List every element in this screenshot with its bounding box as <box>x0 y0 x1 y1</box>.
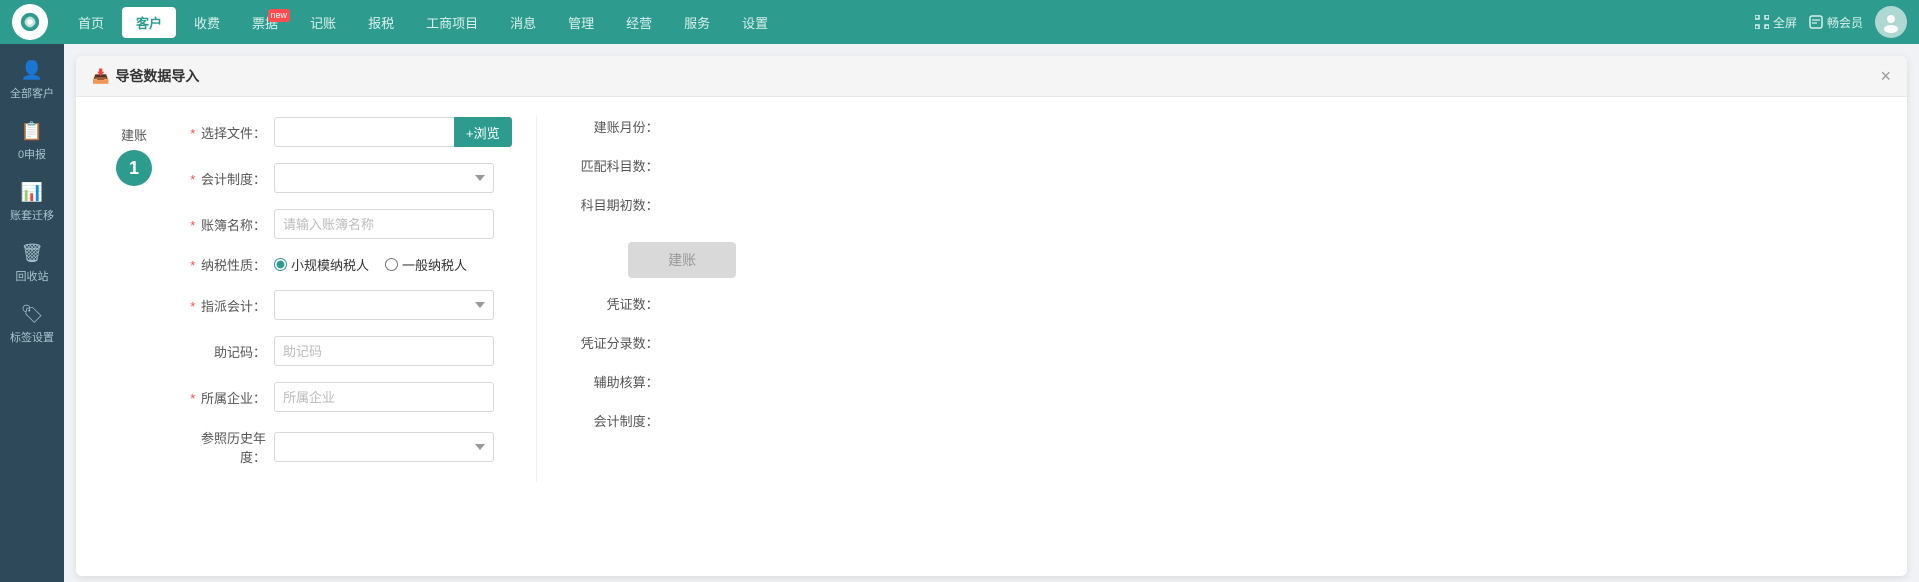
tax-type-label: * 纳税性质： <box>176 255 266 274</box>
nav-finance[interactable]: 经营 <box>612 7 666 38</box>
nav-manage[interactable]: 管理 <box>554 7 608 38</box>
history-year-label: 参照历史年度： <box>176 428 266 466</box>
radio-general-taxpayer[interactable]: 一般纳税人 <box>385 255 467 274</box>
top-right-actions: 全屏 畅会员 <box>1755 6 1907 38</box>
file-row: * 选择文件： +浏览 <box>176 117 512 147</box>
nav-tax[interactable]: 报税 <box>354 7 408 38</box>
recycle-icon: 🗑 <box>21 243 44 264</box>
nav-biz[interactable]: 工商项目 <box>412 7 492 38</box>
tax-type-radio-group: 小规模纳税人 一般纳税人 <box>274 255 467 274</box>
tag-icon: 🏷 <box>21 304 44 325</box>
subject-init-row: 科目期初数： <box>569 195 796 214</box>
radio-small-taxpayer[interactable]: 小规模纳税人 <box>274 255 369 274</box>
step-circle: 1 <box>116 150 152 186</box>
nav-invoice[interactable]: 票据 new <box>238 7 292 38</box>
ledger-name-input[interactable] <box>274 209 494 239</box>
sidebar-item-migration[interactable]: 📊 账套迁移 <box>0 174 64 231</box>
subject-init-label: 科目期初数： <box>569 195 659 214</box>
accounting-system-row: 会计制度： <box>569 411 796 430</box>
dialog-header: 📥 导爸数据导入 × <box>76 56 1907 97</box>
all-customers-icon: 👤 <box>21 60 43 81</box>
file-label: * 选择文件： <box>176 123 266 142</box>
memo-input[interactable] <box>274 336 494 366</box>
aux-calc-label: 辅助核算： <box>569 372 659 391</box>
fullscreen-button[interactable]: 全屏 <box>1755 14 1797 31</box>
main-layout: 👤 全部客户 📋 0申报 📊 账套迁移 🗑 回收站 🏷 标签设置 📥 导爸 <box>0 44 1919 582</box>
browse-button[interactable]: +浏览 <box>454 117 512 147</box>
nav-settings[interactable]: 设置 <box>728 7 782 38</box>
aux-calc-row: 辅助核算： <box>569 372 796 391</box>
nav-customer[interactable]: 客户 <box>122 7 176 38</box>
sidebar-item-tag[interactable]: 🏷 标签设置 <box>0 296 64 353</box>
voucher-records-label: 凭证分录数： <box>569 333 659 352</box>
match-subject-label: 匹配科目数： <box>569 156 659 175</box>
company-label: * 所属企业： <box>176 388 266 407</box>
new-badge: new <box>268 9 291 22</box>
build-button-container: 建账 <box>569 234 796 278</box>
step-area: 建账 1 <box>116 117 152 186</box>
tax-type-row: * 纳税性质： 小规模纳税人 一般纳税人 <box>176 255 512 274</box>
ledger-name-label: * 账簿名称： <box>176 215 266 234</box>
company-input[interactable] <box>274 382 494 412</box>
nav-home[interactable]: 首页 <box>64 7 118 38</box>
sidebar-item-all-customers[interactable]: 👤 全部客户 <box>0 52 64 109</box>
build-month-row: 建账月份： <box>569 117 796 136</box>
nav-message[interactable]: 消息 <box>496 7 550 38</box>
main-content: 📥 导爸数据导入 × 建账 1 <box>64 44 1919 582</box>
sidebar-item-recycle[interactable]: 🗑 回收站 <box>0 235 64 292</box>
nav-service[interactable]: 服务 <box>670 7 724 38</box>
voucher-row: 凭证数： <box>569 294 796 313</box>
accounting-select[interactable] <box>274 163 494 193</box>
accounting-row: * 会计制度： <box>176 163 512 193</box>
member-button[interactable]: 畅会员 <box>1809 14 1863 31</box>
user-avatar[interactable] <box>1875 6 1907 38</box>
file-input[interactable] <box>274 117 454 147</box>
voucher-label: 凭证数： <box>569 294 659 313</box>
dialog: 📥 导爸数据导入 × 建账 1 <box>76 56 1907 576</box>
migration-icon: 📊 <box>21 182 43 203</box>
ledger-name-row: * 账簿名称： <box>176 209 512 239</box>
memo-row: 助记码： <box>176 336 512 366</box>
info-area: 建账月份： 匹配科目数： 科目期初数： 建账 <box>536 117 796 482</box>
accountant-label: * 指派会计： <box>176 296 266 315</box>
nav-fee[interactable]: 收费 <box>180 7 234 38</box>
close-button[interactable]: × <box>1880 67 1891 85</box>
build-button[interactable]: 建账 <box>628 242 736 278</box>
nav-account[interactable]: 记账 <box>296 7 350 38</box>
accounting-label: * 会计制度： <box>176 169 266 188</box>
sidebar-item-declare[interactable]: 📋 0申报 <box>0 113 64 170</box>
import-icon: 📥 <box>92 68 109 85</box>
match-subject-row: 匹配科目数： <box>569 156 796 175</box>
memo-label: 助记码： <box>176 342 266 361</box>
declare-icon: 📋 <box>21 121 43 142</box>
top-navigation: 首页 客户 收费 票据 new 记账 报税 工商项目 消息 管理 经营 服务 设… <box>0 0 1919 44</box>
history-year-row: 参照历史年度： <box>176 428 512 466</box>
sidebar: 👤 全部客户 📋 0申报 📊 账套迁移 🗑 回收站 🏷 标签设置 <box>0 44 64 582</box>
voucher-records-row: 凭证分录数： <box>569 333 796 352</box>
dialog-body: 建账 1 * 选择文件： +浏览 <box>76 97 1907 502</box>
step-label: 建账 <box>121 125 147 144</box>
form-area: * 选择文件： +浏览 * 会计制度： <box>176 117 512 482</box>
accountant-select[interactable] <box>274 290 494 320</box>
nav-menu: 首页 客户 收费 票据 new 记账 报税 工商项目 消息 管理 经营 服务 设… <box>64 7 1755 38</box>
accountant-row: * 指派会计： <box>176 290 512 320</box>
accounting-system-label: 会计制度： <box>569 411 659 430</box>
app-logo[interactable] <box>12 4 48 40</box>
file-input-group: +浏览 <box>274 117 512 147</box>
company-row: * 所属企业： <box>176 382 512 412</box>
dialog-title: 📥 导爸数据导入 <box>92 66 199 86</box>
build-month-label: 建账月份： <box>569 117 659 136</box>
history-year-select[interactable] <box>274 432 494 462</box>
